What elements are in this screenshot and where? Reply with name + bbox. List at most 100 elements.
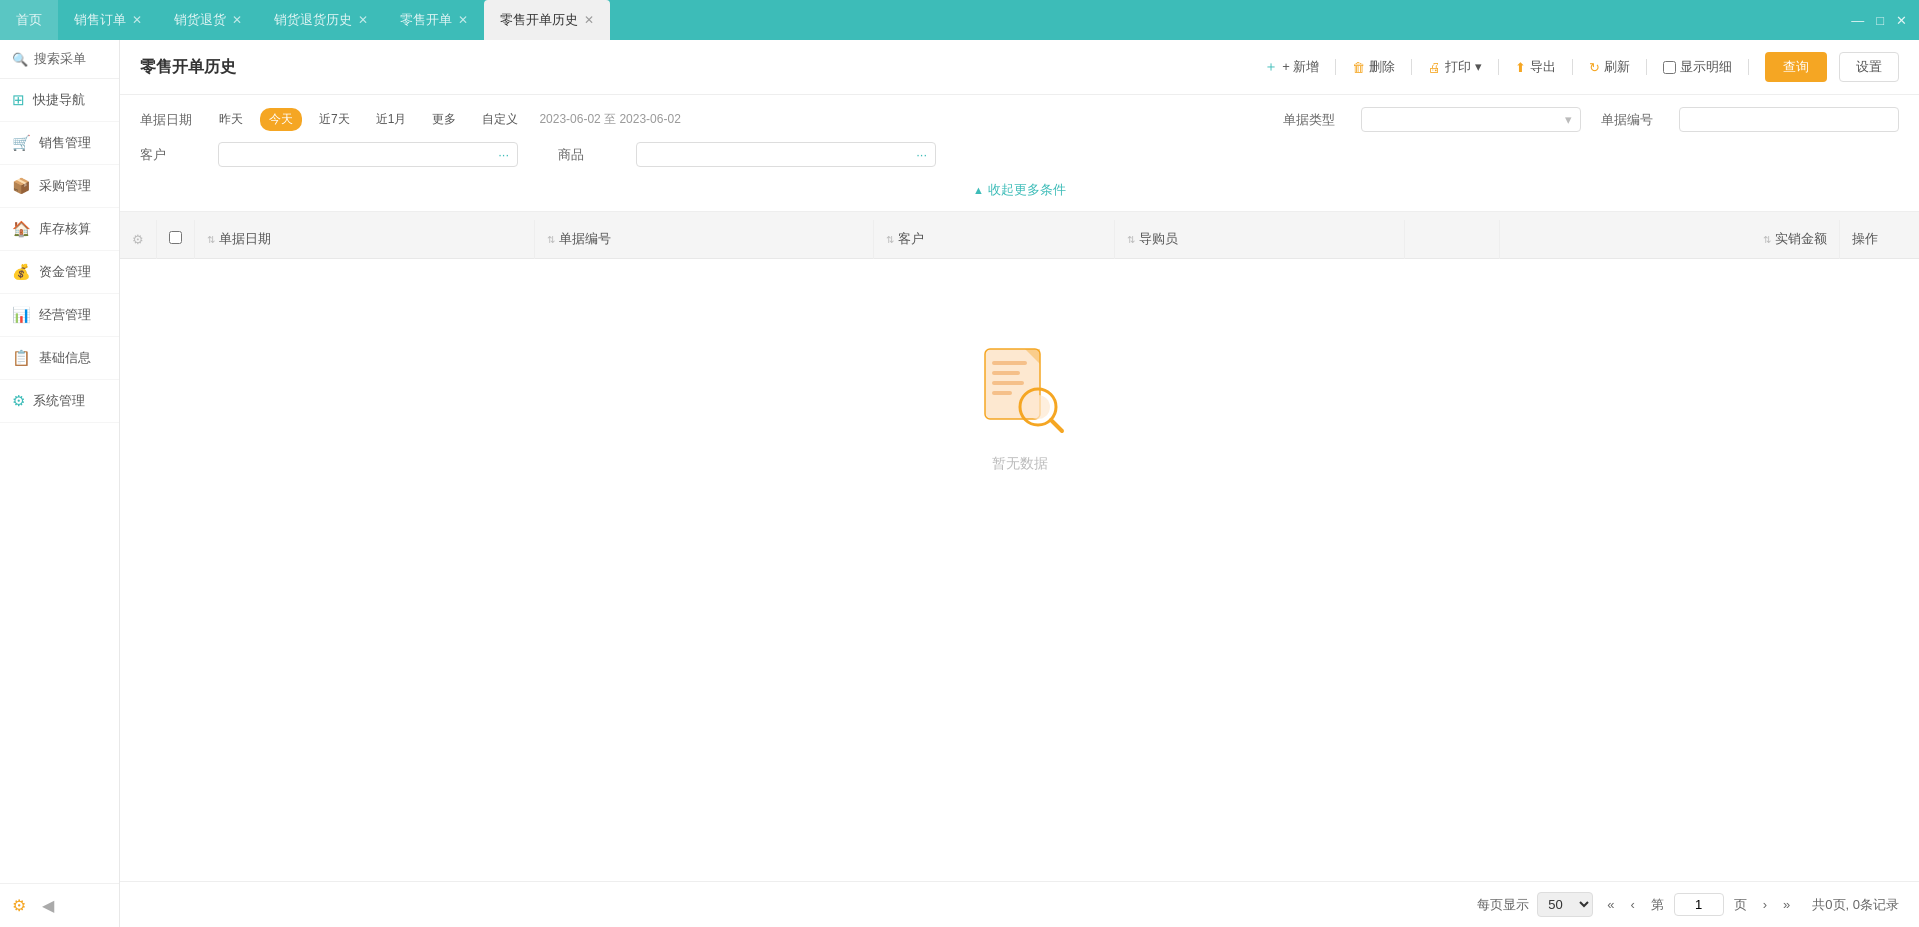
sidebar: 🔍 搜索采单 ⊞ 快捷导航 🛒 销售管理 📦 采购管理 🏠 库存核算 💰 资金管… bbox=[0, 40, 120, 927]
goods-item: 商品 ··· bbox=[558, 142, 936, 167]
tab-home-label: 首页 bbox=[16, 11, 42, 29]
date-today[interactable]: 今天 bbox=[260, 108, 302, 131]
next-page-btn[interactable]: › bbox=[1757, 895, 1773, 914]
add-button[interactable]: ＋ + 新增 bbox=[1264, 58, 1319, 76]
filter-section-right: 单据类型 ▾ 单据编号 bbox=[1283, 107, 1899, 132]
tab-retail-open-close[interactable]: ✕ bbox=[458, 13, 468, 27]
sidebar-item-system-mgmt[interactable]: ⚙ 系统管理 bbox=[0, 380, 119, 423]
date-custom[interactable]: 自定义 bbox=[473, 108, 527, 131]
col-guide-sort-icon[interactable]: ⇅ bbox=[1127, 234, 1135, 245]
pagination-total: 共0页, 0条记录 bbox=[1812, 896, 1899, 914]
col-amount-label: 实销金额 bbox=[1775, 230, 1827, 248]
sidebar-item-finance-mgmt[interactable]: 💰 资金管理 bbox=[0, 251, 119, 294]
goods-select[interactable]: ··· bbox=[636, 142, 936, 167]
tab-sales-order-close[interactable]: ✕ bbox=[132, 13, 142, 27]
sidebar-item-sales-mgmt[interactable]: 🛒 销售管理 bbox=[0, 122, 119, 165]
date-last-month[interactable]: 近1月 bbox=[367, 108, 416, 131]
col-date-label: 单据日期 bbox=[219, 230, 271, 248]
goods-ellipsis[interactable]: ··· bbox=[916, 147, 927, 162]
table-body: 暂无数据 bbox=[120, 259, 1919, 554]
col-doc-no-sort-icon[interactable]: ⇅ bbox=[547, 234, 555, 245]
col-date: ⇅ 单据日期 bbox=[195, 220, 535, 259]
refresh-button[interactable]: ↻ 刷新 bbox=[1589, 58, 1630, 76]
col-amount-sort-icon[interactable]: ⇅ bbox=[1763, 234, 1771, 245]
tab-sales-return[interactable]: 销货退货 ✕ bbox=[158, 0, 258, 40]
col-settings-icon[interactable]: ⚙ bbox=[132, 232, 144, 247]
sidebar-item-purchase-mgmt-label: 采购管理 bbox=[39, 177, 91, 195]
finance-mgmt-icon: 💰 bbox=[12, 263, 31, 281]
last-page-btn[interactable]: » bbox=[1777, 895, 1796, 914]
settings-button[interactable]: 设置 bbox=[1839, 52, 1899, 82]
col-actions: 操作 bbox=[1839, 220, 1919, 259]
sidebar-item-quick-nav[interactable]: ⊞ 快捷导航 bbox=[0, 79, 119, 122]
date-last7[interactable]: 近7天 bbox=[310, 108, 359, 131]
tab-retail-open-history[interactable]: 零售开单历史 ✕ bbox=[484, 0, 610, 40]
svg-line-7 bbox=[1051, 420, 1062, 431]
col-doc-no: ⇅ 单据编号 bbox=[534, 220, 874, 259]
customer-ellipsis[interactable]: ··· bbox=[498, 147, 509, 162]
select-all-checkbox[interactable] bbox=[169, 231, 182, 244]
filter-row-2: 客户 ··· 商品 ··· bbox=[140, 142, 1899, 167]
print-button[interactable]: 🖨 打印 ▾ bbox=[1428, 58, 1482, 76]
query-button[interactable]: 查询 bbox=[1765, 52, 1827, 82]
customer-select[interactable]: ··· bbox=[218, 142, 518, 167]
customer-item: 客户 ··· bbox=[140, 142, 518, 167]
col-settings: ⚙ bbox=[120, 220, 157, 259]
display-detail-checkbox[interactable] bbox=[1663, 61, 1676, 74]
doc-type-select[interactable]: ▾ bbox=[1361, 107, 1581, 132]
svg-rect-3 bbox=[992, 381, 1024, 385]
tab-sales-order[interactable]: 销售订单 ✕ bbox=[58, 0, 158, 40]
date-range-text: 2023-06-02 至 2023-06-02 bbox=[539, 111, 680, 128]
page-suffix: 页 bbox=[1728, 894, 1753, 916]
tab-sales-return-history[interactable]: 销货退货历史 ✕ bbox=[258, 0, 384, 40]
tab-sales-return-close[interactable]: ✕ bbox=[232, 13, 242, 27]
delete-label: 删除 bbox=[1369, 58, 1395, 76]
col-date-sort-icon[interactable]: ⇅ bbox=[207, 234, 215, 245]
maximize-btn[interactable]: □ bbox=[1876, 13, 1884, 28]
doc-type-arrow: ▾ bbox=[1565, 112, 1572, 127]
empty-row: 暂无数据 bbox=[120, 259, 1919, 554]
tab-retail-open[interactable]: 零售开单 ✕ bbox=[384, 0, 484, 40]
col-customer-sort-icon[interactable]: ⇅ bbox=[886, 234, 894, 245]
refresh-label: 刷新 bbox=[1604, 58, 1630, 76]
page-input[interactable] bbox=[1674, 893, 1724, 916]
per-page-select[interactable]: 50 10 20 100 bbox=[1537, 892, 1593, 917]
sidebar-item-operations-mgmt[interactable]: 📊 经营管理 bbox=[0, 294, 119, 337]
sidebar-item-stock-mgmt[interactable]: 🏠 库存核算 bbox=[0, 208, 119, 251]
sidebar-item-quick-nav-label: 快捷导航 bbox=[33, 91, 85, 109]
sidebar-item-finance-mgmt-label: 资金管理 bbox=[39, 263, 91, 281]
sidebar-collapse-icon[interactable]: ◀ bbox=[42, 896, 54, 915]
col-doc-no-label: 单据编号 bbox=[559, 230, 611, 248]
content-area: 零售开单历史 ＋ + 新增 🗑 删除 🖨 打印 ▾ ⬆ bbox=[120, 40, 1919, 927]
tab-retail-open-history-close[interactable]: ✕ bbox=[584, 13, 594, 27]
date-more[interactable]: 更多 bbox=[423, 108, 465, 131]
sidebar-item-purchase-mgmt[interactable]: 📦 采购管理 bbox=[0, 165, 119, 208]
data-table: ⚙ ⇅ 单据日期 ⇅ bbox=[120, 220, 1919, 553]
tab-sales-return-label: 销货退货 bbox=[174, 11, 226, 29]
display-detail-label[interactable]: 显示明细 bbox=[1663, 58, 1732, 76]
add-label: + 新增 bbox=[1282, 58, 1319, 76]
empty-text: 暂无数据 bbox=[992, 455, 1048, 473]
col-extra bbox=[1404, 220, 1499, 259]
first-page-btn[interactable]: « bbox=[1601, 895, 1620, 914]
pagination: 每页显示 50 10 20 100 « ‹ 第 页 › » 共0页, 0条记录 bbox=[120, 881, 1919, 927]
filter-area: 单据日期 昨天 今天 近7天 近1月 更多 自定义 2023-06-02 至 2… bbox=[120, 95, 1919, 212]
prev-page-btn[interactable]: ‹ bbox=[1624, 895, 1640, 914]
sidebar-item-basic-info[interactable]: 📋 基础信息 bbox=[0, 337, 119, 380]
date-yesterday[interactable]: 昨天 bbox=[210, 108, 252, 131]
export-button[interactable]: ⬆ 导出 bbox=[1515, 58, 1556, 76]
doc-no-item: 单据编号 bbox=[1601, 107, 1899, 132]
close-btn[interactable]: ✕ bbox=[1896, 13, 1907, 28]
doc-no-input[interactable] bbox=[1679, 107, 1899, 132]
doc-no-label: 单据编号 bbox=[1601, 111, 1671, 129]
empty-illustration bbox=[970, 339, 1070, 439]
tab-sales-return-history-close[interactable]: ✕ bbox=[358, 13, 368, 27]
sidebar-settings-icon[interactable]: ⚙ bbox=[12, 896, 26, 915]
svg-rect-2 bbox=[992, 371, 1020, 375]
delete-button[interactable]: 🗑 删除 bbox=[1352, 58, 1395, 76]
collapse-more-btn[interactable]: ▲ 收起更多条件 bbox=[140, 177, 1899, 203]
tab-home[interactable]: 首页 bbox=[0, 0, 58, 40]
table-header: ⚙ ⇅ 单据日期 ⇅ bbox=[120, 220, 1919, 259]
minimize-btn[interactable]: — bbox=[1851, 13, 1864, 28]
sidebar-search[interactable]: 🔍 搜索采单 bbox=[0, 40, 119, 79]
